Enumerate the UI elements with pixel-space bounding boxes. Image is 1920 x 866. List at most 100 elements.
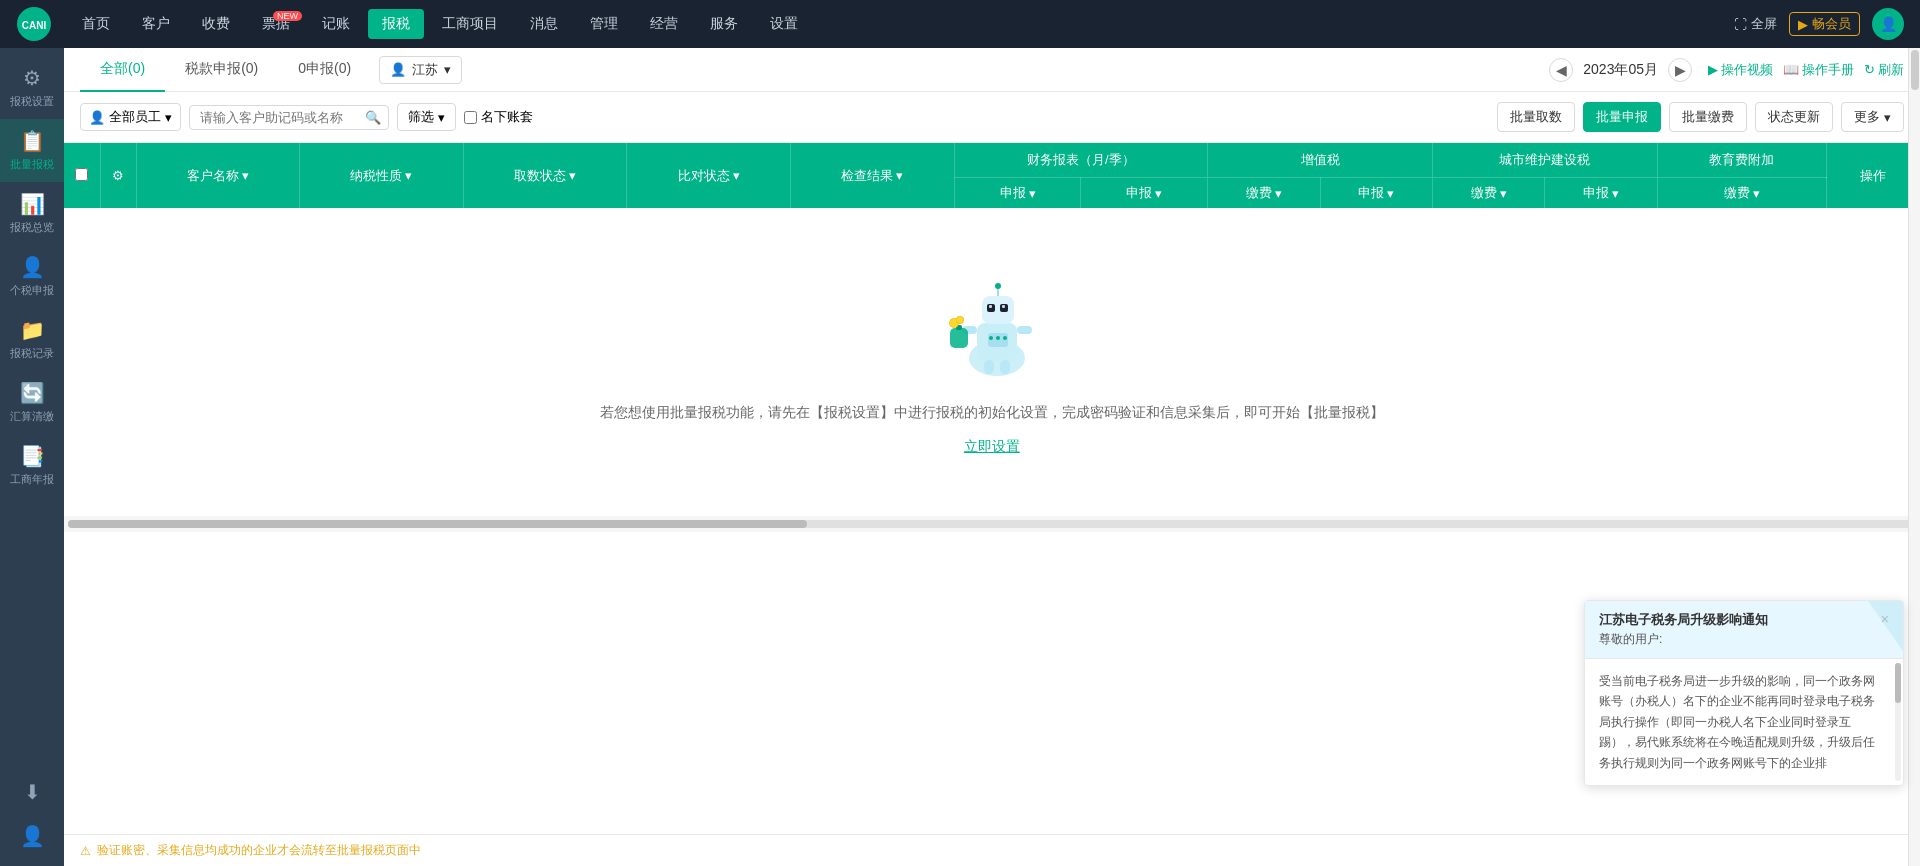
urban-pay-header[interactable]: 缴费 ▾ bbox=[1432, 178, 1544, 209]
nav-item-billing[interactable]: 收费 bbox=[188, 9, 244, 39]
batch-pay-button[interactable]: 批量缴费 bbox=[1669, 102, 1747, 132]
edu-pay-header[interactable]: 缴费 ▾ bbox=[1657, 178, 1827, 209]
page-scrollbar[interactable] bbox=[1908, 48, 1920, 866]
edu-pay-filter-icon: ▾ bbox=[1753, 186, 1760, 201]
account-checkbox-label[interactable]: 名下账套 bbox=[464, 108, 533, 126]
nav-item-accounting[interactable]: 记账 bbox=[308, 9, 364, 39]
nav-item-message[interactable]: 消息 bbox=[516, 9, 572, 39]
financial-report-header: 财务报表（月/季） bbox=[954, 143, 1208, 178]
vat-header: 增值税 bbox=[1208, 143, 1433, 178]
operation-manual-link[interactable]: 📖 操作手册 bbox=[1783, 61, 1854, 79]
sidebar-item-tax-summary[interactable]: 📊 报税总览 bbox=[0, 182, 64, 245]
nav-item-settings[interactable]: 设置 bbox=[756, 9, 812, 39]
download-icon: ⬇ bbox=[24, 780, 41, 804]
compare-status-filter-icon: ▾ bbox=[733, 168, 740, 183]
svg-rect-12 bbox=[1017, 326, 1032, 334]
account-checkbox[interactable] bbox=[464, 111, 477, 124]
scroll-thumb bbox=[68, 520, 807, 528]
operation-video-link[interactable]: ▶ 操作视频 bbox=[1708, 61, 1773, 79]
nav-item-business[interactable]: 工商项目 bbox=[428, 9, 512, 39]
sidebar-item-user[interactable]: 👤 bbox=[0, 814, 64, 858]
checkbox-header bbox=[64, 143, 100, 208]
tab-all[interactable]: 全部(0) bbox=[80, 48, 165, 92]
check-result-filter-icon: ▾ bbox=[896, 168, 903, 183]
nav-item-service[interactable]: 服务 bbox=[696, 9, 752, 39]
svg-text:CANI: CANI bbox=[22, 20, 47, 31]
sidebar: ⚙ 报税设置 📋 批量报税 📊 报税总览 👤 个税申报 📁 报税记录 🔄 汇算清… bbox=[0, 48, 64, 866]
urban-declare-filter-icon: ▾ bbox=[1387, 186, 1394, 201]
svg-rect-8 bbox=[1002, 305, 1005, 308]
nav-item-operation[interactable]: 经营 bbox=[636, 9, 692, 39]
vat-pay-header[interactable]: 缴费 ▾ bbox=[1208, 178, 1320, 209]
select-all-checkbox[interactable] bbox=[75, 168, 88, 181]
empty-message: 若您想使用批量报税功能，请先在【报税设置】中进行报税的初始化设置，完成密码验证和… bbox=[600, 404, 1384, 422]
refresh-button[interactable]: ↻ 刷新 bbox=[1864, 61, 1904, 79]
settings-header: ⚙ bbox=[100, 143, 136, 208]
tab-zero-declare[interactable]: 0申报(0) bbox=[278, 48, 371, 92]
svg-rect-4 bbox=[982, 296, 1014, 324]
urban-pay-filter-icon: ▾ bbox=[1500, 186, 1507, 201]
notification-panel: 江苏电子税务局升级影响通知 尊敬的用户: × 受当前电子税务局进一步升级的影响，… bbox=[1584, 600, 1904, 786]
check-result-header[interactable]: 检查结果 ▾ bbox=[791, 143, 955, 208]
sidebar-item-tax-settings[interactable]: ⚙ 报税设置 bbox=[0, 56, 64, 119]
more-button[interactable]: 更多 ▾ bbox=[1841, 102, 1904, 132]
filter-button[interactable]: 筛选 ▾ bbox=[397, 103, 456, 131]
fetch-status-header[interactable]: 取数状态 ▾ bbox=[463, 143, 627, 208]
sidebar-item-batch-tax[interactable]: 📋 批量报税 bbox=[0, 119, 64, 182]
robot-illustration bbox=[932, 268, 1052, 388]
personal-tax-icon: 👤 bbox=[20, 255, 45, 279]
invoice-badge: NEW bbox=[273, 11, 302, 21]
status-update-button[interactable]: 状态更新 bbox=[1755, 102, 1833, 132]
notification-scroll-thumb bbox=[1895, 663, 1901, 703]
next-month-button[interactable]: ▶ bbox=[1668, 58, 1692, 82]
svg-rect-19 bbox=[984, 360, 994, 374]
sidebar-item-tax-records[interactable]: 📁 报税记录 bbox=[0, 308, 64, 371]
employee-select[interactable]: 👤 全部员工 ▾ bbox=[80, 103, 181, 131]
settings-icon[interactable]: ⚙ bbox=[112, 168, 124, 183]
nav-item-customer[interactable]: 客户 bbox=[128, 9, 184, 39]
scroll-track bbox=[68, 520, 1916, 528]
user-avatar[interactable]: 👤 bbox=[1872, 8, 1904, 40]
nav-item-invoice[interactable]: 票据 NEW bbox=[248, 9, 304, 39]
edu-declare-header[interactable]: 申报 ▾ bbox=[1545, 178, 1657, 209]
setup-link[interactable]: 立即设置 bbox=[964, 438, 1020, 456]
notification-greeting: 尊敬的用户: bbox=[1599, 631, 1768, 648]
manual-icon: 📖 bbox=[1783, 62, 1799, 77]
app-logo[interactable]: CANI bbox=[16, 6, 52, 42]
data-table: ⚙ 客户名称 ▾ 纳税性质 ▾ 取数状态 ▾ 比对状态 ▾ bbox=[64, 143, 1920, 516]
nav-item-tax[interactable]: 报税 bbox=[368, 9, 424, 39]
vat-pay-filter-icon: ▾ bbox=[1275, 186, 1282, 201]
nav-item-management[interactable]: 管理 bbox=[576, 9, 632, 39]
more-chevron-icon: ▾ bbox=[1884, 110, 1891, 125]
prev-month-button[interactable]: ◀ bbox=[1549, 58, 1573, 82]
horizontal-scrollbar[interactable] bbox=[64, 516, 1920, 532]
vat-declare-header[interactable]: 申报 ▾ bbox=[1081, 178, 1208, 209]
batch-declare-button[interactable]: 批量申报 bbox=[1583, 102, 1661, 132]
svg-point-24 bbox=[1003, 336, 1007, 340]
customer-name-header[interactable]: 客户名称 ▾ bbox=[136, 143, 300, 208]
financial-declare-header[interactable]: 申报 ▾ bbox=[954, 178, 1081, 209]
region-chevron-icon: ▾ bbox=[444, 62, 451, 77]
sidebar-item-annual-report[interactable]: 📑 工商年报 bbox=[0, 434, 64, 497]
fullscreen-button[interactable]: ⛶ 全屏 bbox=[1734, 15, 1777, 33]
batch-fetch-button[interactable]: 批量取数 bbox=[1497, 102, 1575, 132]
notification-close-button[interactable]: × bbox=[1881, 611, 1889, 627]
member-button[interactable]: ▶ 畅会员 bbox=[1789, 12, 1860, 36]
annual-report-icon: 📑 bbox=[20, 444, 45, 468]
sidebar-item-personal-tax[interactable]: 👤 个税申报 bbox=[0, 245, 64, 308]
sidebar-item-download[interactable]: ⬇ bbox=[0, 770, 64, 814]
sidebar-item-settlement[interactable]: 🔄 汇算清缴 bbox=[0, 371, 64, 434]
urban-declare-header[interactable]: 申报 ▾ bbox=[1320, 178, 1432, 209]
svg-rect-7 bbox=[989, 305, 992, 308]
compare-status-header[interactable]: 比对状态 ▾ bbox=[627, 143, 791, 208]
svg-rect-13 bbox=[950, 328, 968, 348]
nav-item-home[interactable]: 首页 bbox=[68, 9, 124, 39]
empty-state-row: 若您想使用批量报税功能，请先在【报税设置】中进行报税的初始化设置，完成密码验证和… bbox=[64, 208, 1920, 516]
region-selector[interactable]: 👤 江苏 ▾ bbox=[379, 56, 462, 84]
tab-tax-declare[interactable]: 税款申报(0) bbox=[165, 48, 278, 92]
tax-type-header[interactable]: 纳税性质 ▾ bbox=[300, 143, 464, 208]
tab-bar: 全部(0) 税款申报(0) 0申报(0) 👤 江苏 ▾ ◀ 2023年05月 ▶… bbox=[64, 48, 1920, 92]
fetch-status-filter-icon: ▾ bbox=[569, 168, 576, 183]
search-input[interactable] bbox=[189, 105, 389, 130]
nav-right-area: ⛶ 全屏 ▶ 畅会员 👤 bbox=[1734, 8, 1904, 40]
